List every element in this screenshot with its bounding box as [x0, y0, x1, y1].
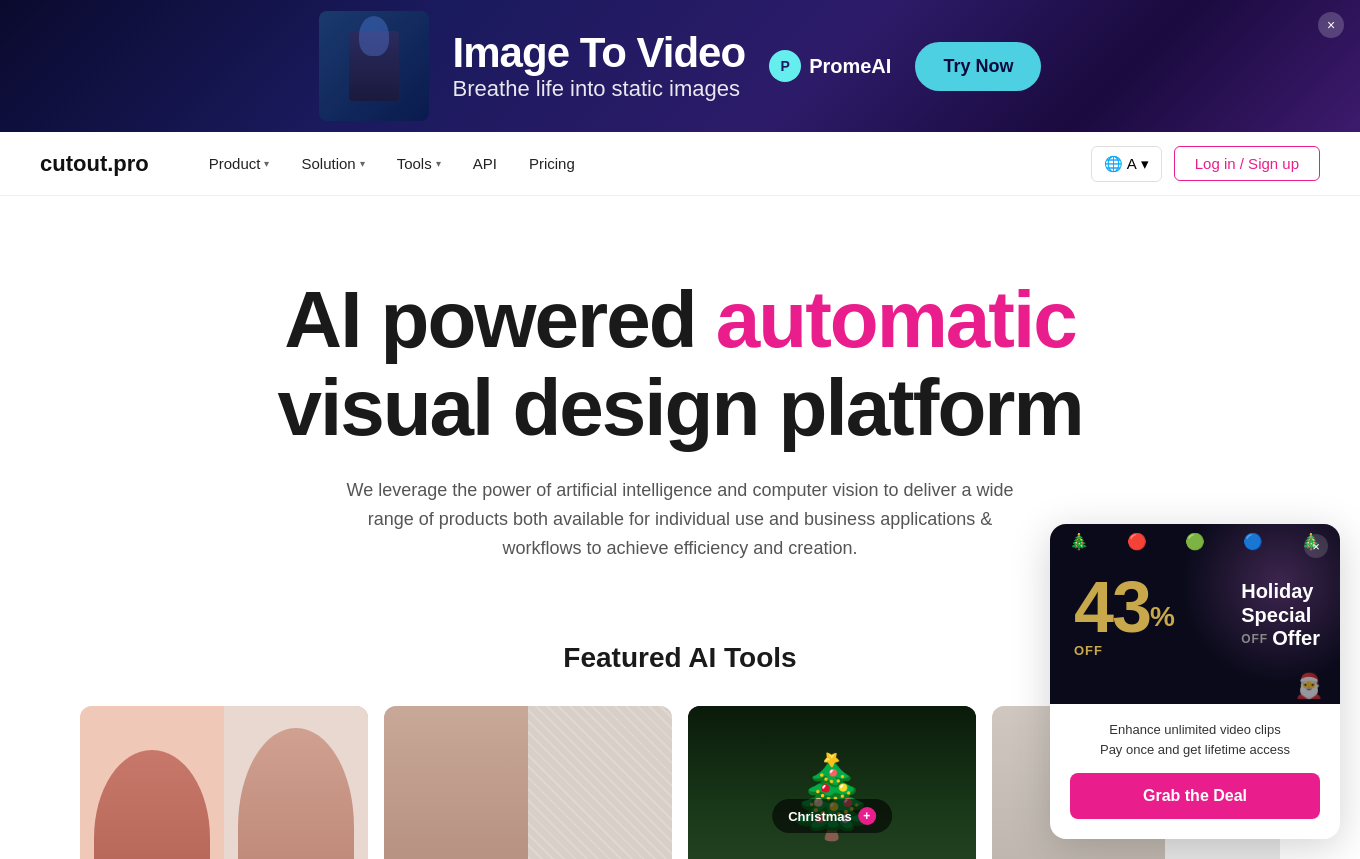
- popup-holiday-text: Holiday: [1241, 579, 1320, 603]
- hero-line1-text: AI powered: [284, 275, 715, 364]
- popup-desc-line2: Pay once and get lifetime access: [1070, 740, 1320, 760]
- translate-icon: 🌐: [1104, 155, 1123, 173]
- popup-desc-line1: Enhance unlimited video clips: [1070, 720, 1320, 740]
- ad-banner: Image To Video Breathe life into static …: [0, 0, 1360, 132]
- ad-subline: Breathe life into static images: [453, 76, 746, 102]
- chevron-down-icon: ▾: [1141, 155, 1149, 173]
- card-2-person: [384, 706, 528, 859]
- nav-label-pricing: Pricing: [529, 155, 575, 172]
- nav-item-pricing[interactable]: Pricing: [517, 147, 587, 180]
- ad-headline: Image To Video: [453, 30, 746, 76]
- chevron-down-icon: ▾: [436, 158, 441, 169]
- popup-overlay: × 🎄🔴🟢🔵🎄 43% OFF Holiday Special OFF Offe…: [1050, 524, 1340, 839]
- site-logo[interactable]: cutout.pro: [40, 151, 149, 177]
- card-person-left: [80, 706, 224, 859]
- card-plus-icon: +: [858, 807, 876, 825]
- ad-product-image: [319, 11, 429, 121]
- featured-card-2[interactable]: [384, 706, 672, 859]
- popup-baubles: 🎄🔴🟢🔵🎄: [1050, 532, 1340, 551]
- hero-line2: visual design platform: [277, 363, 1082, 452]
- ad-logo: P PromeAI: [769, 50, 891, 82]
- popup-banner: × 🎄🔴🟢🔵🎄 43% OFF Holiday Special OFF Offe…: [1050, 524, 1340, 704]
- popup-description: Enhance unlimited video clips Pay once a…: [1070, 720, 1320, 759]
- featured-card-3[interactable]: Christmas +: [688, 706, 976, 859]
- language-button[interactable]: 🌐 A ▾: [1091, 146, 1162, 182]
- popup-percent: 43% OFF: [1074, 571, 1175, 658]
- badge-label: Christmas: [788, 809, 852, 824]
- lang-label: A: [1127, 155, 1137, 172]
- hero-line1-highlight: automatic: [716, 275, 1076, 364]
- card-2-background: [528, 706, 672, 859]
- popup-percent-number: 43: [1074, 567, 1150, 647]
- popup-percent-symbol: %: [1150, 600, 1175, 631]
- navbar: cutout.pro Product ▾ Solution ▾ Tools ▾ …: [0, 132, 1360, 196]
- card-christmas-badge: Christmas +: [772, 799, 892, 833]
- ad-close-button[interactable]: ×: [1318, 12, 1344, 38]
- popup-text-offer: Offer: [1272, 627, 1320, 650]
- hero-description: We leverage the power of artificial inte…: [330, 476, 1030, 562]
- ad-try-button[interactable]: Try Now: [915, 42, 1041, 91]
- nav-label-solution: Solution: [301, 155, 355, 172]
- hero-heading: AI powered automatic visual design platf…: [170, 276, 1190, 452]
- card-christmas-tree: [688, 706, 976, 859]
- nav-label-tools: Tools: [397, 155, 432, 172]
- featured-card-1[interactable]: [80, 706, 368, 859]
- popup-close-button[interactable]: ×: [1304, 534, 1328, 558]
- nav-item-api[interactable]: API: [461, 147, 509, 180]
- nav-item-product[interactable]: Product ▾: [197, 147, 282, 180]
- ad-logo-name: PromeAI: [809, 55, 891, 78]
- hero-line1: AI powered automatic: [284, 275, 1075, 364]
- nav-right: 🌐 A ▾ Log in / Sign up: [1091, 146, 1320, 182]
- grab-deal-button[interactable]: Grab the Deal: [1070, 773, 1320, 819]
- nav-label-product: Product: [209, 155, 261, 172]
- nav-item-tools[interactable]: Tools ▾: [385, 147, 453, 180]
- popup-body: Enhance unlimited video clips Pay once a…: [1050, 704, 1340, 839]
- nav-item-solution[interactable]: Solution ▾: [289, 147, 376, 180]
- popup-text-block: Holiday Special OFF Offer: [1241, 579, 1320, 650]
- chevron-down-icon: ▾: [360, 158, 365, 169]
- popup-special-text: Special: [1241, 603, 1320, 627]
- nav-label-api: API: [473, 155, 497, 172]
- chevron-down-icon: ▾: [264, 158, 269, 169]
- nav-items: Product ▾ Solution ▾ Tools ▾ API Pricing: [197, 147, 1091, 180]
- ad-logo-icon: P: [769, 50, 801, 82]
- popup-text-off: OFF: [1241, 631, 1268, 645]
- deal-popup: × 🎄🔴🟢🔵🎄 43% OFF Holiday Special OFF Offe…: [1050, 524, 1340, 839]
- ad-text-block: Image To Video Breathe life into static …: [453, 30, 746, 102]
- login-signup-button[interactable]: Log in / Sign up: [1174, 146, 1320, 181]
- popup-bottom-decoration: 🎅: [1294, 672, 1324, 700]
- card-person-right: [224, 706, 368, 859]
